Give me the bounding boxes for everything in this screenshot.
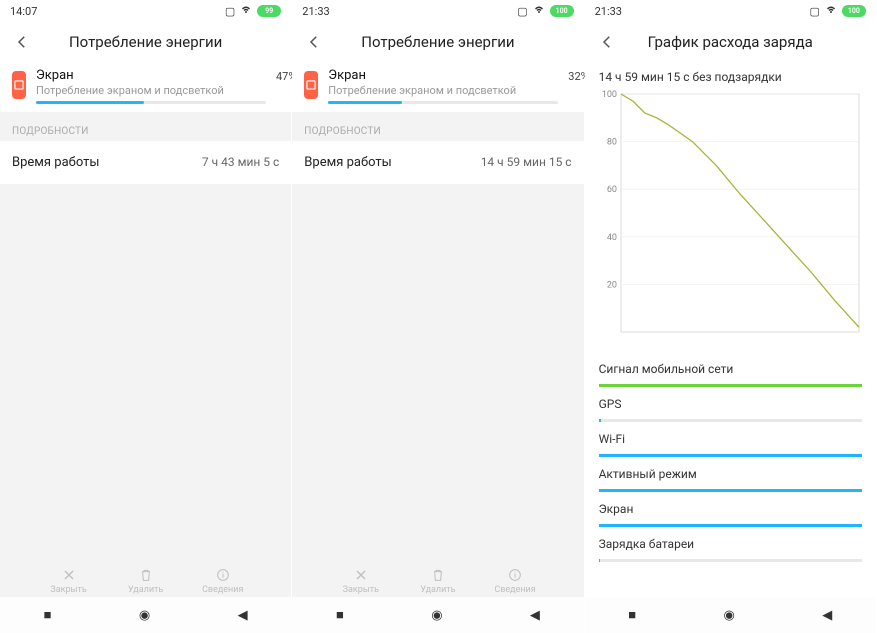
screen-icon xyxy=(12,71,26,99)
svg-text:40: 40 xyxy=(606,233,616,243)
app-row-screen[interactable]: Экран Потребление экраном и подсветкой 4… xyxy=(0,62,291,112)
header: Потребление энергии xyxy=(292,22,583,62)
detail-label: Время работы xyxy=(304,155,391,170)
back-button[interactable] xyxy=(12,32,32,52)
detail-label: Время работы xyxy=(12,155,99,170)
signal-label: Экран xyxy=(599,502,862,516)
signal-bar xyxy=(599,524,862,527)
nav-back[interactable]: ◀ xyxy=(530,608,540,623)
app-progress xyxy=(328,101,558,104)
page-title: Потребление энергии xyxy=(0,33,291,51)
svg-text:60: 60 xyxy=(606,185,616,195)
signal-bar xyxy=(599,559,862,562)
app-subtitle: Потребление экраном и подсветкой xyxy=(36,84,266,97)
pane-battery-graph: 21:33 ▢ 100 График расхода заряда 14 ч 5… xyxy=(585,0,877,633)
detail-row-runtime: Время работы 14 ч 59 мин 15 с xyxy=(292,141,583,184)
bottom-toolbar: Закрыть Удалить Сведения xyxy=(0,561,291,597)
back-button[interactable] xyxy=(597,32,617,52)
signal-bar xyxy=(599,489,862,492)
battery-pill: 99 xyxy=(257,5,281,17)
nav-recent[interactable]: ■ xyxy=(336,607,344,623)
tool-delete[interactable]: Удалить xyxy=(408,567,468,595)
signal-item[interactable]: GPS xyxy=(585,387,876,422)
signal-label: Сигнал мобильной сети xyxy=(599,362,862,376)
signal-list: Сигнал мобильной сети GPS Wi-Fi Активный ре… xyxy=(585,352,876,562)
android-navbar: ■ ◉ ◀ xyxy=(0,597,291,633)
app-row-screen[interactable]: Экран Потребление экраном и подсветкой 3… xyxy=(292,62,583,112)
app-progress xyxy=(36,101,266,104)
nav-home[interactable]: ◉ xyxy=(139,608,150,623)
tool-close[interactable]: Закрыть xyxy=(331,567,391,595)
wifi-icon xyxy=(825,4,837,19)
svg-text:100: 100 xyxy=(601,90,616,100)
signal-label: GPS xyxy=(599,397,862,411)
pane-energy-1: 14:07 ▢ 99 Потребление энергии Экран Пот… xyxy=(0,0,292,633)
page-title: Потребление энергии xyxy=(292,33,583,51)
page-title: График расхода заряда xyxy=(585,33,876,51)
battery-pill: 100 xyxy=(842,5,866,17)
section-details: ПОДРОБНОСТИ xyxy=(292,112,583,141)
detail-value: 14 ч 59 мин 15 с xyxy=(481,155,572,170)
svg-text:20: 20 xyxy=(606,280,616,290)
sim-icon: ▢ xyxy=(517,5,527,18)
nav-recent[interactable]: ■ xyxy=(44,607,52,623)
signal-bar xyxy=(599,419,862,422)
tool-close[interactable]: Закрыть xyxy=(39,567,99,595)
nav-back[interactable]: ◀ xyxy=(238,608,248,623)
signal-label: Wi-Fi xyxy=(599,432,862,446)
signal-bar xyxy=(599,454,862,457)
tool-delete[interactable]: Удалить xyxy=(116,567,176,595)
wifi-icon xyxy=(533,4,545,19)
status-time: 21:33 xyxy=(595,5,622,18)
status-bar: 14:07 ▢ 99 xyxy=(0,0,291,22)
battery-chart: 20 40 60 80 100 xyxy=(585,88,876,352)
app-name: Экран xyxy=(36,68,266,83)
signal-item[interactable]: Wi-Fi xyxy=(585,422,876,457)
detail-row-runtime: Время работы 7 ч 43 мин 5 с xyxy=(0,141,291,184)
signal-bar xyxy=(599,384,862,387)
tool-info[interactable]: Сведения xyxy=(193,567,253,595)
status-time: 21:33 xyxy=(302,5,329,18)
battery-pill: 100 xyxy=(550,5,574,17)
nav-home[interactable]: ◉ xyxy=(723,608,734,623)
nav-back[interactable]: ◀ xyxy=(822,608,832,623)
chart-subtitle: 14 ч 59 мин 15 с без подзарядки xyxy=(585,62,876,88)
wifi-icon xyxy=(240,4,252,19)
detail-value: 7 ч 43 мин 5 с xyxy=(202,155,279,170)
status-bar: 21:33 ▢ 100 xyxy=(292,0,583,22)
header: Потребление энергии xyxy=(0,22,291,62)
app-name: Экран xyxy=(328,68,558,83)
status-time: 14:07 xyxy=(10,5,37,18)
nav-recent[interactable]: ■ xyxy=(628,607,636,623)
signal-label: Активный режим xyxy=(599,467,862,481)
signal-label: Зарядка батареи xyxy=(599,537,862,551)
android-navbar: ■ ◉ ◀ xyxy=(292,597,583,633)
pane-energy-2: 21:33 ▢ 100 Потребление энергии Экран По… xyxy=(292,0,584,633)
tool-info[interactable]: Сведения xyxy=(485,567,545,595)
app-subtitle: Потребление экраном и подсветкой xyxy=(328,84,558,97)
header: График расхода заряда xyxy=(585,22,876,62)
status-bar: 21:33 ▢ 100 xyxy=(585,0,876,22)
signal-item[interactable]: Активный режим xyxy=(585,457,876,492)
svg-text:80: 80 xyxy=(606,138,616,148)
screen-icon xyxy=(304,71,318,99)
bottom-toolbar: Закрыть Удалить Сведения xyxy=(292,561,583,597)
back-button[interactable] xyxy=(304,32,324,52)
sim-icon: ▢ xyxy=(809,5,819,18)
signal-item[interactable]: Сигнал мобильной сети xyxy=(585,352,876,387)
android-navbar: ■ ◉ ◀ xyxy=(585,597,876,633)
sim-icon: ▢ xyxy=(225,5,235,18)
signal-item[interactable]: Зарядка батареи xyxy=(585,527,876,562)
nav-home[interactable]: ◉ xyxy=(431,608,442,623)
signal-item[interactable]: Экран xyxy=(585,492,876,527)
section-details: ПОДРОБНОСТИ xyxy=(0,112,291,141)
